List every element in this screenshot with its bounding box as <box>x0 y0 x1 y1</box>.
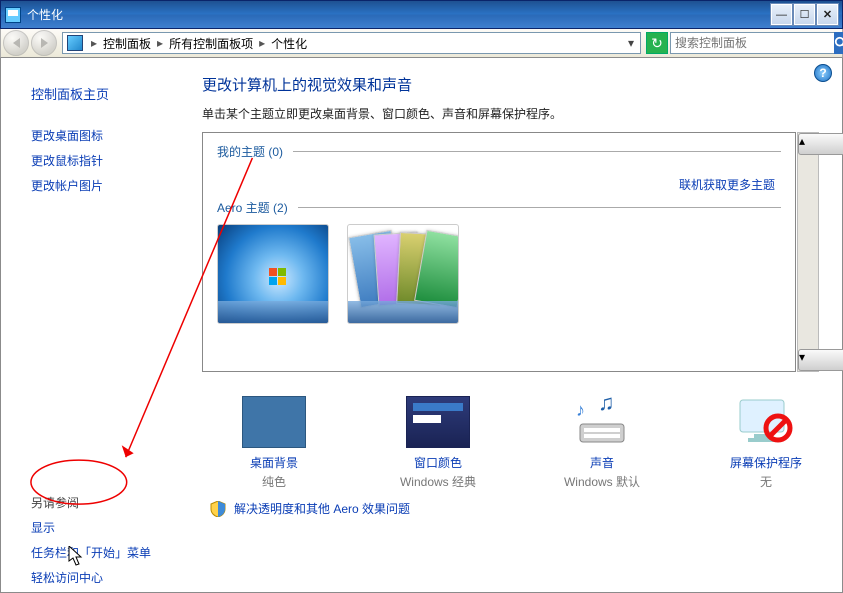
aero-themes-group: Aero 主题 (2) <box>217 199 781 216</box>
scrollbar-down-button[interactable]: ▾ <box>798 349 843 371</box>
see-also-ease-of-access-link[interactable]: 轻松访问中心 <box>31 569 172 586</box>
theme-collection[interactable] <box>347 224 459 324</box>
desktop-background-option[interactable]: 桌面背景 纯色 <box>218 396 330 490</box>
chevron-right-icon[interactable]: ▸ <box>87 36 101 50</box>
themes-scroll-panel: ▴ ▾ 我的主题 (0) 联机获取更多主题 Aero 主题 (2) <box>202 132 796 372</box>
breadcrumb[interactable]: ▸ 控制面板 ▸ 所有控制面板项 ▸ 个性化 ▾ <box>62 32 641 54</box>
content-frame: ? 控制面板主页 更改桌面图标 更改鼠标指针 更改帐户图片 另请参阅 显示 任务… <box>0 58 843 593</box>
chevron-down-icon[interactable]: ▾ <box>622 36 640 50</box>
close-button[interactable]: ✕ <box>817 4 838 25</box>
refresh-button[interactable]: ↻ <box>646 32 668 54</box>
control-panel-home-link[interactable]: 控制面板主页 <box>31 84 172 103</box>
chevron-right-icon[interactable]: ▸ <box>153 36 167 50</box>
see-also-taskbar-link[interactable]: 任务栏和「开始」菜单 <box>31 544 172 561</box>
change-mouse-pointers-link[interactable]: 更改鼠标指针 <box>31 152 172 169</box>
location-icon <box>67 35 83 51</box>
my-themes-group: 我的主题 (0) <box>217 143 781 160</box>
window-titlebar[interactable]: 个性化 — ☐ ✕ <box>0 0 843 29</box>
windows-logo-icon <box>269 268 287 286</box>
svg-text:♫: ♫ <box>598 396 615 415</box>
breadcrumb-item[interactable]: 控制面板 <box>101 35 153 52</box>
change-account-picture-link[interactable]: 更改帐户图片 <box>31 177 172 194</box>
search-box[interactable] <box>670 32 840 54</box>
theme-thumbnails-row <box>217 224 781 324</box>
aero-troubleshoot-row: 解决透明度和其他 Aero 效果问题 <box>210 500 822 517</box>
main-content: 更改计算机上的视觉效果和声音 单击某个主题立即更改桌面背景、窗口颜色、声音和屏幕… <box>202 58 842 592</box>
change-desktop-icons-link[interactable]: 更改桌面图标 <box>31 127 172 144</box>
screensaver-option[interactable]: 屏幕保护程序 无 <box>710 396 822 490</box>
maximize-button[interactable]: ☐ <box>794 4 815 25</box>
get-online-themes-link[interactable]: 联机获取更多主题 <box>217 176 775 193</box>
page-subheading: 单击某个主题立即更改桌面背景、窗口颜色、声音和屏幕保护程序。 <box>202 105 822 122</box>
screensaver-label: 屏幕保护程序 <box>710 454 822 471</box>
vertical-scrollbar[interactable]: ▴ ▾ <box>797 132 819 372</box>
cursor-icon <box>67 546 85 568</box>
desktop-background-icon <box>242 396 306 448</box>
chevron-right-icon[interactable]: ▸ <box>255 36 269 50</box>
window-color-value: Windows 经典 <box>382 473 494 490</box>
nav-back-button[interactable] <box>3 30 29 56</box>
sound-label: 声音 <box>546 454 658 471</box>
search-go-button[interactable] <box>834 32 843 54</box>
breadcrumb-item[interactable]: 个性化 <box>269 35 309 52</box>
desktop-background-value: 纯色 <box>218 473 330 490</box>
sound-value: Windows 默认 <box>546 473 658 490</box>
shield-icon <box>210 501 226 517</box>
theme-windows7[interactable] <box>217 224 329 324</box>
aero-themes-label: Aero 主题 (2) <box>217 199 288 216</box>
my-themes-label: 我的主题 (0) <box>217 143 283 160</box>
window-color-icon <box>406 396 470 448</box>
breadcrumb-item[interactable]: 所有控制面板项 <box>167 35 255 52</box>
search-input[interactable] <box>671 36 834 50</box>
scrollbar-up-button[interactable]: ▴ <box>798 133 843 155</box>
minimize-button[interactable]: — <box>771 4 792 25</box>
sound-icon: ♪♫ <box>570 396 634 448</box>
screensaver-value: 无 <box>710 473 822 490</box>
search-icon <box>834 36 843 50</box>
svg-text:♪: ♪ <box>576 400 585 420</box>
screensaver-icon <box>734 396 798 448</box>
aero-troubleshoot-link[interactable]: 解决透明度和其他 Aero 效果问题 <box>234 500 410 517</box>
see-also-header: 另请参阅 <box>31 494 172 511</box>
see-also-display-link[interactable]: 显示 <box>31 519 172 536</box>
app-icon <box>5 7 21 23</box>
window-title: 个性化 <box>27 6 769 23</box>
window-color-label: 窗口颜色 <box>382 454 494 471</box>
personalization-options-row: 桌面背景 纯色 窗口颜色 Windows 经典 ♪♫ 声音 Windows 默认… <box>218 396 822 490</box>
desktop-background-label: 桌面背景 <box>218 454 330 471</box>
page-heading: 更改计算机上的视觉效果和声音 <box>202 74 822 95</box>
sidebar: 控制面板主页 更改桌面图标 更改鼠标指针 更改帐户图片 另请参阅 显示 任务栏和… <box>1 58 202 592</box>
nav-forward-button[interactable] <box>31 30 57 56</box>
address-bar: ▸ 控制面板 ▸ 所有控制面板项 ▸ 个性化 ▾ ↻ <box>0 29 843 58</box>
sound-option[interactable]: ♪♫ 声音 Windows 默认 <box>546 396 658 490</box>
window-color-option[interactable]: 窗口颜色 Windows 经典 <box>382 396 494 490</box>
